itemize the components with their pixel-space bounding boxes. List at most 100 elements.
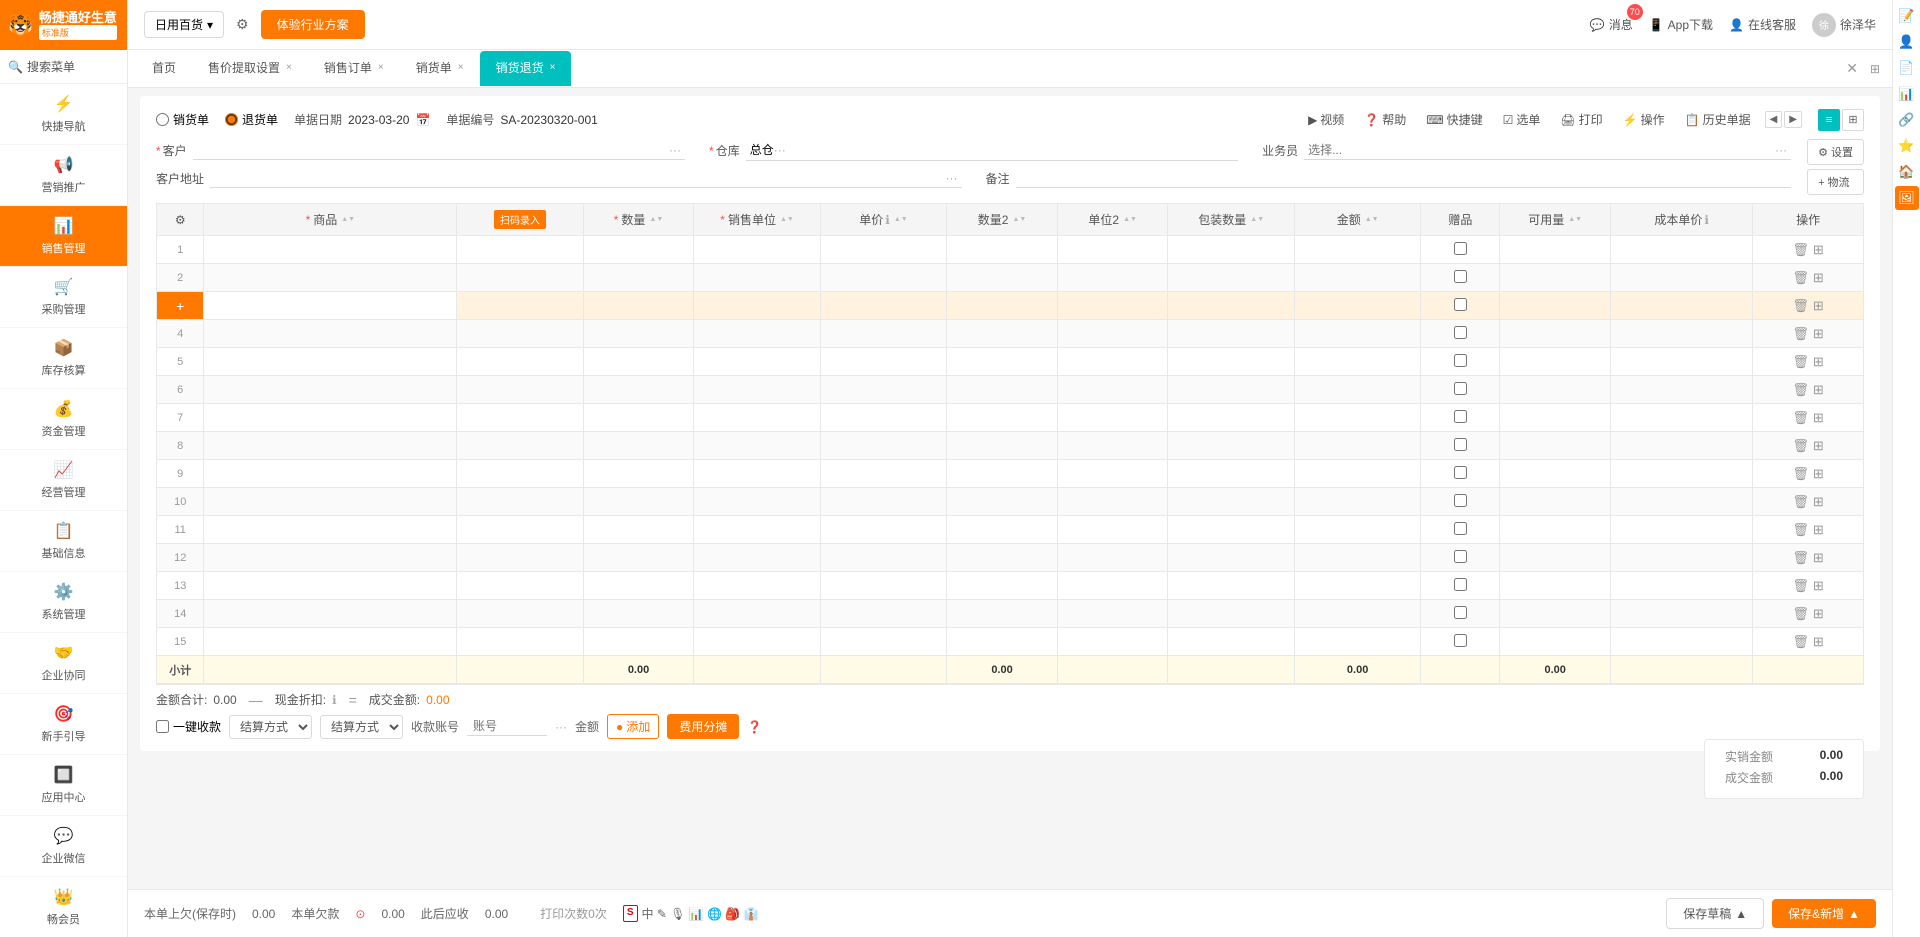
logistics-btn[interactable]: + 物流 (1807, 169, 1864, 195)
expense-split-btn[interactable]: 费用分摊 (667, 714, 739, 739)
tab-home[interactable]: 首页 (136, 51, 192, 86)
staff-input[interactable] (1308, 143, 1775, 157)
save-draft-btn[interactable]: 保存草稿 ▲ (1666, 898, 1764, 929)
gift-checkbox-row-8[interactable] (1454, 438, 1467, 451)
gift-checkbox-row-5[interactable] (1454, 354, 1467, 367)
gift-checkbox-row-11[interactable] (1454, 522, 1467, 535)
radio-return[interactable]: 退货单 (225, 111, 278, 128)
delete-icon[interactable]: 🗑 (1792, 242, 1809, 258)
sidebar-search[interactable]: 🔍 搜索菜单 (0, 50, 127, 84)
th-product-sort[interactable]: ▲▼ (341, 216, 355, 223)
amount-sort[interactable]: ▲▼ (1365, 216, 1379, 223)
copy-icon[interactable]: ⊞ (1813, 410, 1824, 426)
gift-checkbox-row-6[interactable] (1454, 382, 1467, 395)
message-item[interactable]: 💬 消息 70 (1590, 16, 1633, 33)
sidebar-item-operation[interactable]: 📈 经营管理 (0, 450, 127, 511)
sidebar-item-basic[interactable]: 📋 基础信息 (0, 511, 127, 572)
th-gear[interactable]: ⚙ (157, 204, 204, 236)
unit2-sort[interactable]: ▲▼ (1123, 216, 1137, 223)
rp-item-3[interactable]: 📄 (1895, 56, 1919, 80)
tab-sales-delivery[interactable]: 销货单 × (400, 51, 480, 86)
add-row-btn[interactable]: + (171, 297, 189, 315)
tab-price-setting[interactable]: 售价提取设置 × (192, 51, 308, 86)
calc-select[interactable]: 结算方式 (320, 715, 403, 739)
customer-input[interactable] (197, 143, 669, 157)
radio-return-input[interactable] (225, 113, 238, 126)
copy-icon[interactable]: ⊞ (1813, 354, 1824, 370)
delete-icon[interactable]: 🗑 (1792, 494, 1809, 510)
calendar-icon[interactable]: 📅 (415, 113, 430, 127)
video-btn[interactable]: ▶ 视频 (1302, 108, 1350, 131)
gift-checkbox-row-14[interactable] (1454, 606, 1467, 619)
customer-input-wrap[interactable]: ··· (193, 141, 685, 160)
topbar-gear-icon[interactable]: ⚙ (232, 12, 253, 37)
sidebar-item-shortcuts[interactable]: ⚡ 快捷导航 (0, 84, 127, 145)
delete-icon[interactable]: 🗑 (1792, 382, 1809, 398)
address-input[interactable] (214, 171, 946, 185)
dots-icon[interactable]: ··· (555, 720, 567, 734)
copy-icon[interactable]: ⊞ (1813, 634, 1824, 650)
price-sort[interactable]: ▲▼ (894, 216, 908, 223)
delete-icon[interactable]: 🗑 (1792, 606, 1809, 622)
tab-return-close[interactable]: × (550, 62, 556, 73)
user-item[interactable]: 徐 徐泽华 (1812, 13, 1876, 37)
product-input-row3[interactable] (208, 300, 452, 312)
copy-icon[interactable]: ⊞ (1813, 438, 1824, 454)
gift-checkbox-row-3[interactable] (1454, 298, 1467, 311)
help-circle-icon[interactable]: ❓ (747, 720, 762, 734)
account-input[interactable] (467, 717, 547, 736)
settlement-select[interactable]: 结算方式 (229, 715, 312, 739)
copy-icon[interactable]: ⊞ (1813, 578, 1824, 594)
select-btn[interactable]: ☑ 选单 (1497, 108, 1547, 131)
tab-delivery-close[interactable]: × (458, 62, 464, 73)
scan-btn[interactable]: 扫码录入 (494, 210, 546, 229)
delete-icon[interactable]: 🗑 (1792, 550, 1809, 566)
pack-sort[interactable]: ▲▼ (1250, 216, 1264, 223)
operation-btn[interactable]: ⚡ 操作 (1617, 108, 1671, 131)
avail-sort[interactable]: ▲▼ (1568, 216, 1582, 223)
rp-item-2[interactable]: 👤 (1895, 30, 1919, 54)
delete-icon[interactable]: 🗑 (1792, 410, 1809, 426)
gift-checkbox-row-12[interactable] (1454, 550, 1467, 563)
gift-checkbox-row-10[interactable] (1454, 494, 1467, 507)
copy-icon[interactable]: ⊞ (1813, 494, 1824, 510)
qty-sort[interactable]: ▲▼ (649, 216, 663, 223)
address-dots[interactable]: ··· (946, 171, 958, 185)
staff-dots[interactable]: ··· (1775, 143, 1787, 157)
rp-item-4[interactable]: 📊 (1895, 82, 1919, 106)
gift-checkbox-row-15[interactable] (1454, 634, 1467, 647)
rp-item-5[interactable]: 🔗 (1895, 108, 1919, 132)
rp-item-6[interactable]: ⭐ (1895, 134, 1919, 158)
delete-icon[interactable]: 🗑 (1792, 354, 1809, 370)
cta-button[interactable]: 体验行业方案 (261, 10, 365, 39)
customer-dots[interactable]: ··· (669, 143, 681, 157)
gift-checkbox-row-2[interactable] (1454, 270, 1467, 283)
next-btn[interactable]: ▶ (1784, 111, 1802, 128)
rp-item-8[interactable]: 🖼 (1895, 186, 1919, 210)
shortcut-btn[interactable]: ⌨ 快捷键 (1420, 108, 1488, 131)
sidebar-item-cooperation[interactable]: 🤝 企业协同 (0, 633, 127, 694)
radio-delivery[interactable]: 销货单 (156, 111, 209, 128)
grid-view-btn[interactable]: ⊞ (1842, 109, 1864, 131)
print-btn[interactable]: 🖨 打印 (1554, 108, 1608, 131)
history-btn[interactable]: 📋 历史单据 (1679, 108, 1757, 131)
rp-item-7[interactable]: 🏠 (1895, 160, 1919, 184)
price-info-icon[interactable]: ℹ (885, 213, 890, 227)
industry-select[interactable]: 日用百货 ▾ (144, 11, 224, 38)
delete-icon[interactable]: 🗑 (1792, 522, 1809, 538)
sidebar-item-guide[interactable]: 🎯 新手引导 (0, 694, 127, 755)
pay-checkbox[interactable] (156, 720, 169, 733)
tab-expand[interactable]: ⊞ (1866, 58, 1884, 80)
remark-input[interactable] (1020, 171, 1788, 185)
sidebar-item-finance[interactable]: 💰 资金管理 (0, 389, 127, 450)
staff-input-wrap[interactable]: ··· (1304, 141, 1791, 160)
sidebar-item-inventory[interactable]: 📦 库存核算 (0, 328, 127, 389)
copy-icon[interactable]: ⊞ (1813, 606, 1824, 622)
cost-info-icon[interactable]: ℹ (1704, 213, 1709, 227)
copy-icon[interactable]: ⊞ (1813, 550, 1824, 566)
save-new-btn[interactable]: 保存&新增 ▲ (1772, 899, 1876, 928)
sidebar-item-marketing[interactable]: 📢 营销推广 (0, 145, 127, 206)
gift-checkbox-row-4[interactable] (1454, 326, 1467, 339)
delete-icon[interactable]: 🗑 (1792, 298, 1809, 314)
tab-sales-order[interactable]: 销售订单 × (308, 51, 400, 86)
